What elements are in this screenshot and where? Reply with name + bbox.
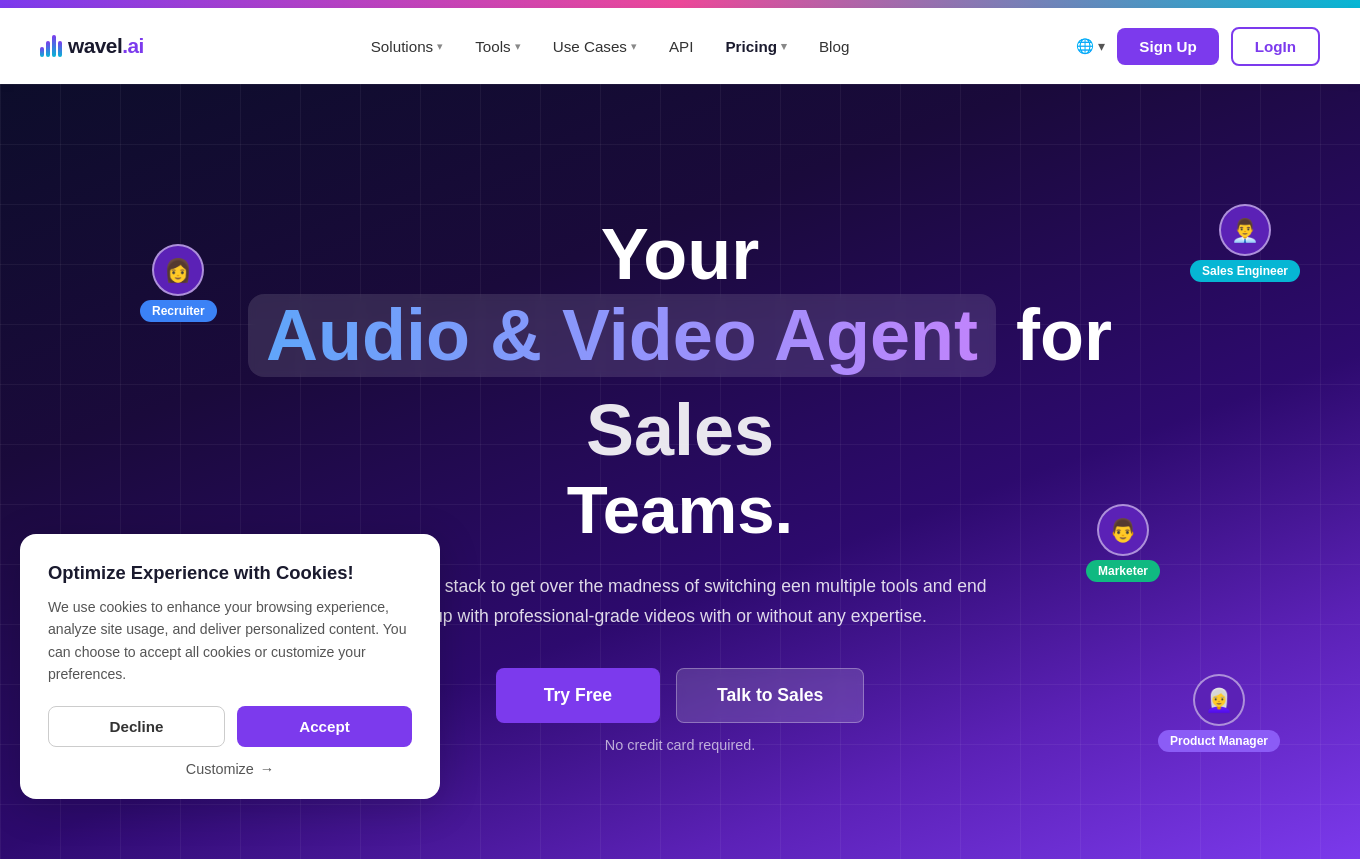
chevron-down-icon: ▾ [631,40,637,53]
nav-center: Solutions ▾ Tools ▾ Use Cases ▾ API Pric… [371,38,850,55]
avatar-marketer: 👨 Marketer [1086,504,1160,582]
cookie-actions: Decline Accept [48,706,412,747]
nav-api[interactable]: API [669,38,693,55]
arrow-icon: → [260,761,274,777]
avatar-image: 👩 [152,244,204,296]
nav-tools[interactable]: Tools ▾ [475,38,520,55]
avatar-label: Sales Engineer [1190,260,1300,282]
logo-text: wavel.ai [68,34,144,58]
login-button[interactable]: LogIn [1231,27,1320,66]
avatar-recruiter: 👩 Recruiter [140,244,217,322]
avatar-image: 👩‍🦳 [1193,674,1245,726]
avatar-sales-engineer: 👨‍💼 Sales Engineer [1190,204,1300,282]
nav-blog[interactable]: Blog [819,38,849,55]
avatar-image: 👨 [1097,504,1149,556]
title-gradient: Audio & Video Agent [266,295,978,375]
decline-button[interactable]: Decline [48,706,225,747]
hero-title: Your Audio & Video Agent for [230,215,1130,377]
avatar-image: 👨‍💼 [1219,204,1271,256]
top-bar [0,0,1360,8]
nav-right: 🌐 ▾ Sign Up LogIn [1076,27,1320,66]
cookie-banner: Optimize Experience with Cookies! We use… [20,534,440,799]
chevron-down-icon: ▾ [515,40,521,53]
nav-use-cases[interactable]: Use Cases ▾ [553,38,637,55]
globe-icon: 🌐 [1076,38,1094,55]
try-free-button[interactable]: Try Free [496,668,660,723]
accept-button[interactable]: Accept [237,706,412,747]
chevron-down-icon: ▾ [781,40,787,53]
cookie-description: We use cookies to enhance your browsing … [48,596,412,686]
hero-description: ideo tool stack to get over the madness … [370,572,990,632]
hero-subtitle-sales: Sales [230,389,1130,471]
logo[interactable]: wavel.ai [40,34,144,58]
language-button[interactable]: 🌐 ▾ [1076,38,1105,55]
customize-link[interactable]: Customize → [48,761,412,777]
navbar: wavel.ai Solutions ▾ Tools ▾ Use Cases ▾… [0,8,1360,84]
talk-to-sales-button[interactable]: Talk to Sales [676,668,864,723]
nav-pricing[interactable]: Pricing ▾ [725,38,786,55]
avatar-label: Recruiter [140,300,217,322]
avatar-label: Product Manager [1158,730,1280,752]
lang-chevron-icon: ▾ [1098,38,1105,54]
logo-icon [40,35,62,57]
avatar-product-manager: 👩‍🦳 Product Manager [1158,674,1280,752]
chevron-down-icon: ▾ [437,40,443,53]
avatar-label: Marketer [1086,560,1160,582]
cookie-title: Optimize Experience with Cookies! [48,562,412,584]
title-highlight-box: Audio & Video Agent [248,294,996,377]
signup-button[interactable]: Sign Up [1117,28,1218,65]
nav-solutions[interactable]: Solutions ▾ [371,38,443,55]
